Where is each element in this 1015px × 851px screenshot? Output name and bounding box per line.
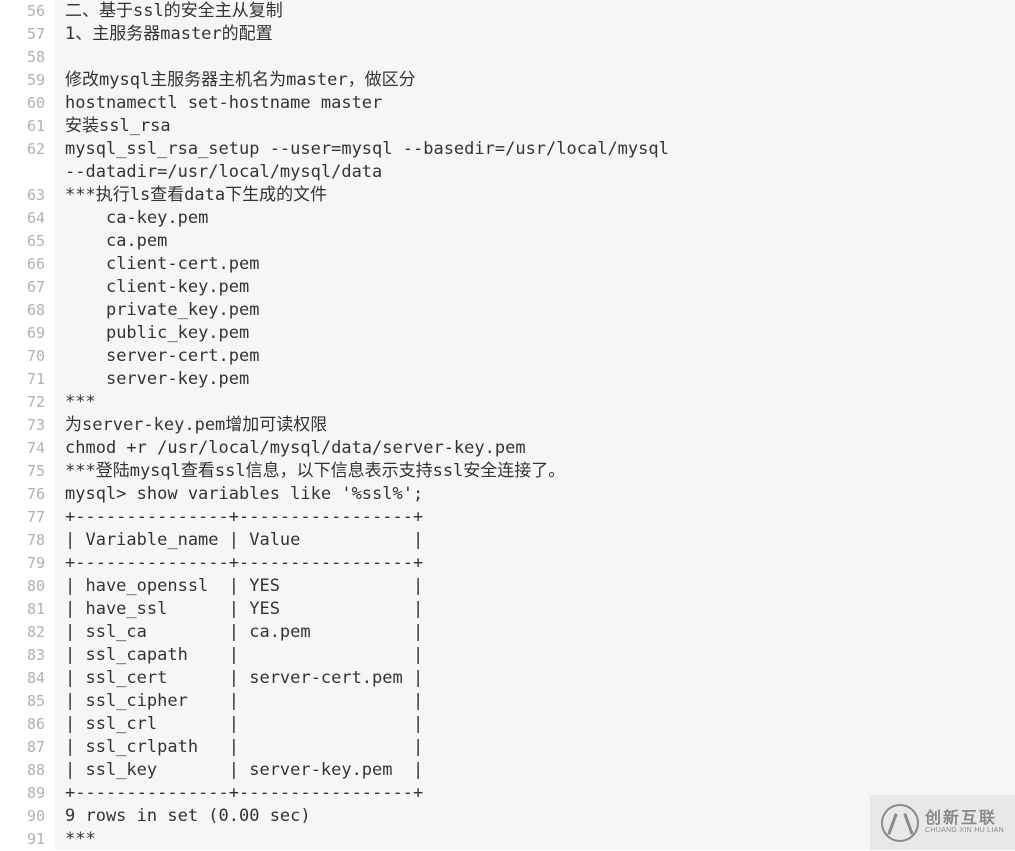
code-line: chmod +r /usr/local/mysql/data/server-ke… [65,437,1015,460]
code-line: public_key.pem [65,322,1015,345]
line-number: 76 [0,483,45,506]
line-number: 61 [0,115,45,138]
line-number: 78 [0,529,45,552]
code-content[interactable]: 二、基于ssl的安全主从复制1、主服务器master的配置修改mysql主服务器… [55,0,1015,850]
code-line: 二、基于ssl的安全主从复制 [65,0,1015,23]
line-number: 63 [0,184,45,207]
line-number: 82 [0,621,45,644]
code-line: | ssl_capath | | [65,644,1015,667]
logo-text: 创新互联 CHUANG XIN HU LIAN [925,810,1004,835]
line-number: 59 [0,69,45,92]
line-number: 90 [0,805,45,828]
code-line: client-cert.pem [65,253,1015,276]
code-line: ***执行ls查看data下生成的文件 [65,184,1015,207]
line-number: 58 [0,46,45,69]
line-number: 73 [0,414,45,437]
code-line: ***登陆mysql查看ssl信息，以下信息表示支持ssl安全连接了。 [65,460,1015,483]
line-number: 72 [0,391,45,414]
line-number: 81 [0,598,45,621]
code-line: --datadir=/usr/local/mysql/data [65,161,1015,184]
code-line: | Variable_name | Value | [65,529,1015,552]
line-number: 69 [0,322,45,345]
line-number: 65 [0,230,45,253]
code-line: 为server-key.pem增加可读权限 [65,414,1015,437]
line-number: 84 [0,667,45,690]
code-line: mysql> show variables like '%ssl%'; [65,483,1015,506]
code-line: mysql_ssl_rsa_setup --user=mysql --based… [65,138,1015,161]
code-line: 修改mysql主服务器主机名为master，做区分 [65,69,1015,92]
code-line [65,46,1015,69]
line-number-gutter: 56575859606162 63646566676869707172737475… [0,0,55,850]
logo-text-en: CHUANG XIN HU LIAN [925,827,1004,835]
code-line: | ssl_crlpath | | [65,736,1015,759]
code-line: *** [65,391,1015,414]
code-line: private_key.pem [65,299,1015,322]
code-line: server-cert.pem [65,345,1015,368]
line-number: 67 [0,276,45,299]
code-line: | ssl_cert | server-cert.pem | [65,667,1015,690]
code-line: ca.pem [65,230,1015,253]
line-number-wrap [0,161,45,184]
code-line: | ssl_key | server-key.pem | [65,759,1015,782]
line-number: 89 [0,782,45,805]
code-line: | ssl_ca | ca.pem | [65,621,1015,644]
line-number: 85 [0,690,45,713]
watermark-logo: 创新互联 CHUANG XIN HU LIAN [870,795,1015,850]
code-line: +---------------+-----------------+ [65,506,1015,529]
line-number: 66 [0,253,45,276]
line-number: 60 [0,92,45,115]
line-number: 71 [0,368,45,391]
line-number: 83 [0,644,45,667]
code-line: client-key.pem [65,276,1015,299]
code-line: | ssl_cipher | | [65,690,1015,713]
code-viewer: 56575859606162 63646566676869707172737475… [0,0,1015,850]
code-line: | ssl_crl | | [65,713,1015,736]
code-line: +---------------+-----------------+ [65,552,1015,575]
line-number: 77 [0,506,45,529]
code-line: 1、主服务器master的配置 [65,23,1015,46]
code-line: hostnamectl set-hostname master [65,92,1015,115]
line-number: 87 [0,736,45,759]
line-number: 70 [0,345,45,368]
line-number: 91 [0,828,45,851]
logo-text-cn: 创新互联 [925,810,1004,828]
line-number: 56 [0,0,45,23]
line-number: 75 [0,460,45,483]
logo-icon [881,804,919,842]
line-number: 64 [0,207,45,230]
code-line: server-key.pem [65,368,1015,391]
line-number: 80 [0,575,45,598]
line-number: 68 [0,299,45,322]
line-number: 57 [0,23,45,46]
code-line: ca-key.pem [65,207,1015,230]
code-line: | have_ssl | YES | [65,598,1015,621]
code-line: | have_openssl | YES | [65,575,1015,598]
line-number: 62 [0,138,45,161]
line-number: 88 [0,759,45,782]
line-number: 74 [0,437,45,460]
line-number: 79 [0,552,45,575]
code-line: 安装ssl_rsa [65,115,1015,138]
line-number: 86 [0,713,45,736]
